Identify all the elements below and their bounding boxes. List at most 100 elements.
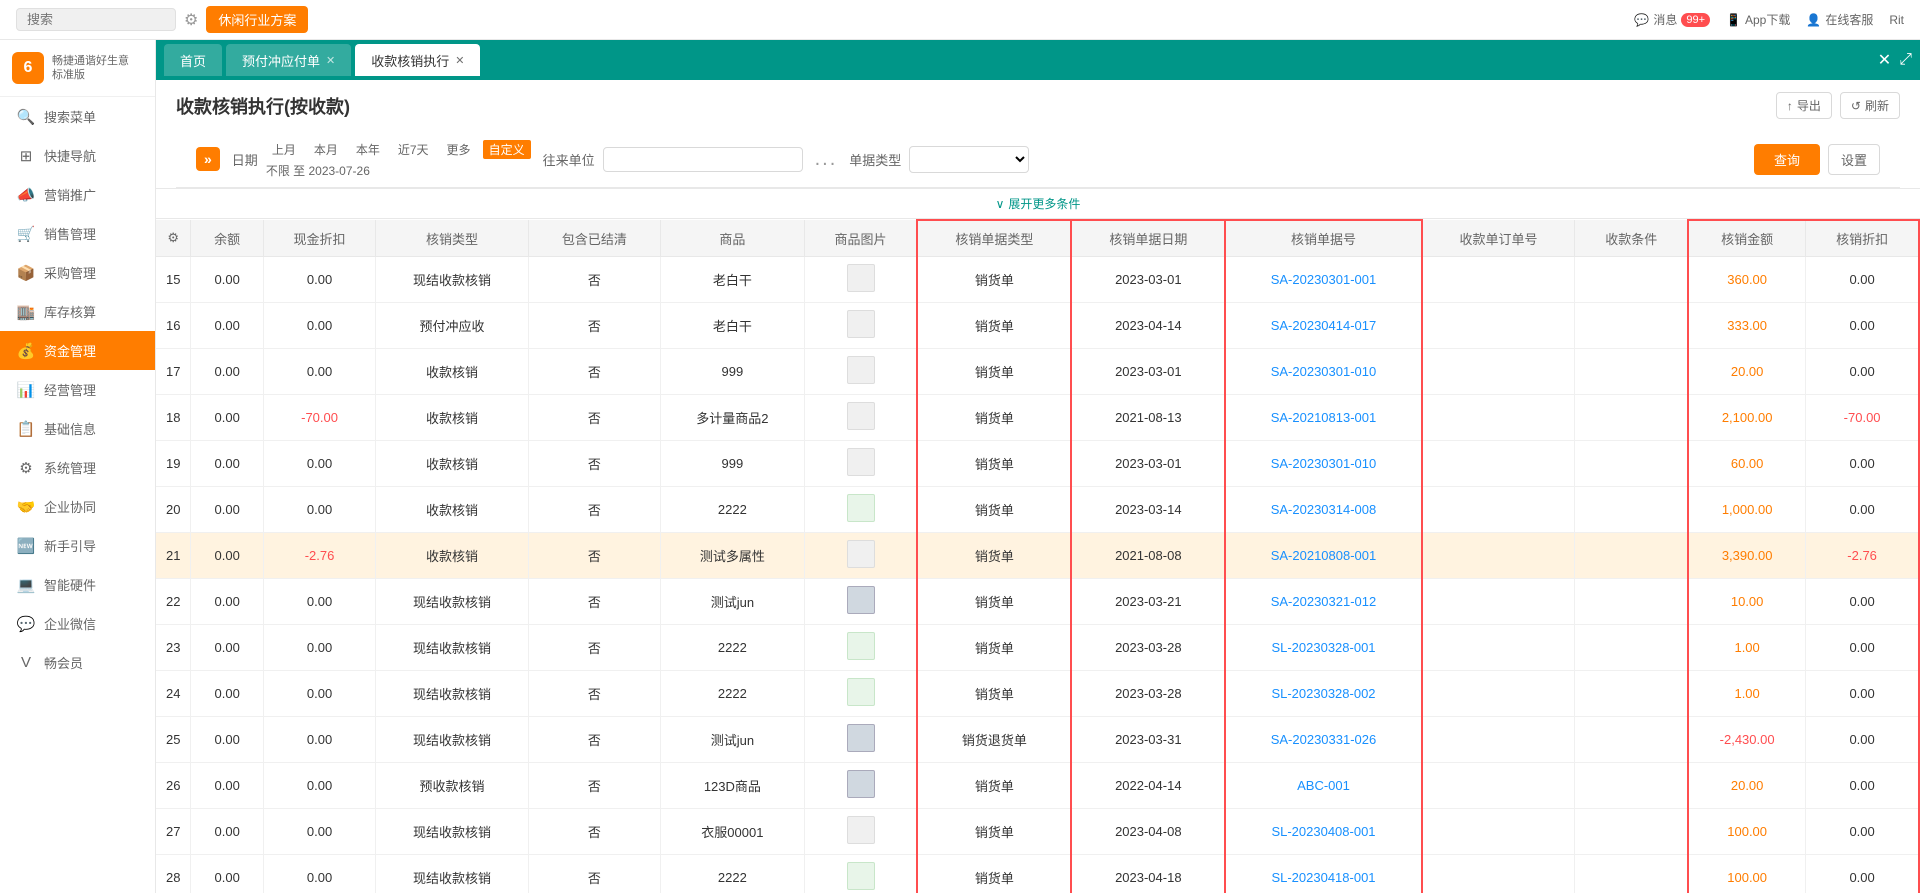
- sidebar-item-system[interactable]: ⚙系统管理: [0, 448, 155, 487]
- cancel-bill-no-link[interactable]: SA-20230331-026: [1271, 732, 1377, 747]
- cell-receipt-condition: [1575, 855, 1688, 893]
- search-input[interactable]: [16, 8, 176, 31]
- table-row: 26 0.00 0.00 预收款核销 否 123D商品 销货单 2022-04-…: [156, 763, 1919, 809]
- cell-included-settled: 否: [528, 579, 660, 625]
- th-goods: 商品: [661, 220, 805, 257]
- date-this-month[interactable]: 本月: [308, 139, 344, 160]
- cell-goods-image: [804, 625, 917, 671]
- tab-prepay[interactable]: 预付冲应付单 ✕: [226, 44, 351, 76]
- cell-cancel-discount: 0.00: [1806, 855, 1919, 893]
- sidebar-item-guide[interactable]: 🆕新手引导: [0, 526, 155, 565]
- sidebar-item-operations[interactable]: 📊经营管理: [0, 370, 155, 409]
- date-options-row: 上月 本月 本年 近7天 更多 自定义: [266, 139, 531, 160]
- cell-no: 22: [156, 579, 191, 625]
- gear-icon[interactable]: ⚙: [184, 10, 198, 30]
- sidebar-item-member[interactable]: V畅会员: [0, 643, 155, 682]
- layout: 6 畅捷通谐好生意 标准版 🔍搜索菜单 ⊞快捷导航 📣营销推广 🛒销售管理 📦采…: [0, 40, 1920, 893]
- cell-cancel-bill-date: 2023-03-01: [1071, 257, 1225, 303]
- sidebar-item-marketing[interactable]: 📣营销推广: [0, 175, 155, 214]
- filter-expand-button[interactable]: »: [196, 147, 220, 171]
- date-more[interactable]: 更多: [441, 139, 477, 160]
- cell-cancel-bill-no: SA-20210813-001: [1225, 395, 1421, 441]
- sidebar-item-nav[interactable]: ⊞快捷导航: [0, 136, 155, 175]
- query-button[interactable]: 查询: [1754, 144, 1820, 175]
- date-last-month[interactable]: 上月: [266, 139, 302, 160]
- goods-thumb: [847, 632, 875, 660]
- cancel-bill-no-link[interactable]: SL-20230328-001: [1271, 640, 1375, 655]
- sidebar-item-basic[interactable]: 📋基础信息: [0, 409, 155, 448]
- tab-close-all-button[interactable]: ✕: [1878, 50, 1891, 70]
- expand-more-bar[interactable]: ∨ 展开更多条件: [156, 189, 1920, 219]
- sidebar-item-finance[interactable]: 💰资金管理: [0, 331, 155, 370]
- sidebar-item-purchase[interactable]: 📦采购管理: [0, 253, 155, 292]
- cell-verify-type: 现结收款核销: [376, 671, 528, 717]
- sidebar-item-wechat[interactable]: 💬企业微信: [0, 604, 155, 643]
- date-range-row: 不限 至 2023-07-26: [266, 162, 531, 179]
- cell-cancel-amount: 100.00: [1688, 809, 1806, 855]
- tab-close-prepay[interactable]: ✕: [326, 54, 335, 67]
- cancel-bill-no-link[interactable]: SA-20210813-001: [1271, 410, 1377, 425]
- sidebar-item-sales[interactable]: 🛒销售管理: [0, 214, 155, 253]
- sidebar: 6 畅捷通谐好生意 标准版 🔍搜索菜单 ⊞快捷导航 📣营销推广 🛒销售管理 📦采…: [0, 40, 156, 893]
- goods-thumb: [847, 402, 875, 430]
- table-row: 27 0.00 0.00 现结收款核销 否 衣服00001 销货单 2023-0…: [156, 809, 1919, 855]
- date-this-year[interactable]: 本年: [350, 139, 386, 160]
- corp-icon: 🤝: [16, 498, 36, 516]
- user-item[interactable]: Rit: [1889, 13, 1904, 27]
- unit-label: 往来单位: [543, 150, 595, 169]
- tab-fullscreen-button[interactable]: ⤢: [1899, 50, 1912, 70]
- goods-thumb: [847, 310, 875, 338]
- cancel-bill-no-link[interactable]: SA-20230321-012: [1271, 594, 1377, 609]
- cell-verify-type: 预付冲应收: [376, 303, 528, 349]
- cancel-bill-no-link[interactable]: SA-20230301-010: [1271, 364, 1377, 379]
- sidebar-item-inventory[interactable]: 🏬库存核算: [0, 292, 155, 331]
- setting-button[interactable]: 设置: [1828, 144, 1880, 175]
- goods-thumb: [847, 816, 875, 844]
- cell-included-settled: 否: [528, 671, 660, 717]
- cancel-bill-no-link[interactable]: SL-20230418-001: [1271, 870, 1375, 885]
- goods-thumb: [847, 540, 875, 568]
- th-included-settled: 包含已结清: [528, 220, 660, 257]
- tab-close-receipt[interactable]: ✕: [455, 54, 464, 67]
- cell-cancel-amount: 100.00: [1688, 855, 1806, 893]
- cell-cancel-bill-type: 销货单: [917, 395, 1071, 441]
- industry-button[interactable]: 休闲行业方案: [206, 6, 308, 33]
- export-button[interactable]: ↑ 导出: [1776, 92, 1832, 119]
- cancel-bill-no-link[interactable]: SL-20230328-002: [1271, 686, 1375, 701]
- tab-actions: ✕ ⤢: [1878, 50, 1912, 70]
- cell-verify-type: 预收款核销: [376, 763, 528, 809]
- cancel-bill-no-link[interactable]: SA-20230301-001: [1271, 272, 1377, 287]
- bill-type-select[interactable]: [909, 146, 1029, 173]
- sidebar-item-search[interactable]: 🔍搜索菜单: [0, 97, 155, 136]
- messages-item[interactable]: 💬 消息 99+: [1634, 11, 1710, 28]
- date-7days[interactable]: 近7天: [392, 139, 435, 160]
- cancel-bill-no-link[interactable]: ABC-001: [1297, 778, 1350, 793]
- cancel-bill-no-link[interactable]: SL-20230408-001: [1271, 824, 1375, 839]
- refresh-button[interactable]: ↺ 刷新: [1840, 92, 1900, 119]
- cell-balance: 0.00: [191, 533, 263, 579]
- cell-cancel-bill-type: 销货单: [917, 671, 1071, 717]
- cancel-bill-no-link[interactable]: SA-20230301-010: [1271, 456, 1377, 471]
- cell-no: 17: [156, 349, 191, 395]
- cell-cancel-bill-no: SA-20230314-008: [1225, 487, 1421, 533]
- sidebar-item-hardware[interactable]: 💻智能硬件: [0, 565, 155, 604]
- cell-cancel-bill-no: SL-20230418-001: [1225, 855, 1421, 893]
- cell-receipt-order-no: [1422, 441, 1575, 487]
- sidebar-item-corp[interactable]: 🤝企业协同: [0, 487, 155, 526]
- table-row: 18 0.00 -70.00 收款核销 否 多计量商品2 销货单 2021-08…: [156, 395, 1919, 441]
- app-download-item[interactable]: 📱 App下载: [1726, 11, 1790, 28]
- logo-icon: 6: [12, 52, 44, 84]
- cancel-bill-no-link[interactable]: SA-20230414-017: [1271, 318, 1377, 333]
- tab-home[interactable]: 首页: [164, 44, 222, 76]
- th-settings[interactable]: ⚙: [156, 220, 191, 257]
- cell-receipt-order-no: [1422, 533, 1575, 579]
- cancel-bill-no-link[interactable]: SA-20230314-008: [1271, 502, 1377, 517]
- cell-cancel-bill-date: 2023-03-21: [1071, 579, 1225, 625]
- service-item[interactable]: 👤 在线客服: [1806, 11, 1873, 28]
- table-row: 23 0.00 0.00 现结收款核销 否 2222 销货单 2023-03-2…: [156, 625, 1919, 671]
- unit-input[interactable]: [603, 147, 803, 172]
- cancel-bill-no-link[interactable]: SA-20210808-001: [1271, 548, 1377, 563]
- tab-receipt[interactable]: 收款核销执行 ✕: [355, 44, 480, 76]
- table-row: 25 0.00 0.00 现结收款核销 否 测试jun 销货退货单 2023-0…: [156, 717, 1919, 763]
- cell-cancel-discount: 0.00: [1806, 579, 1919, 625]
